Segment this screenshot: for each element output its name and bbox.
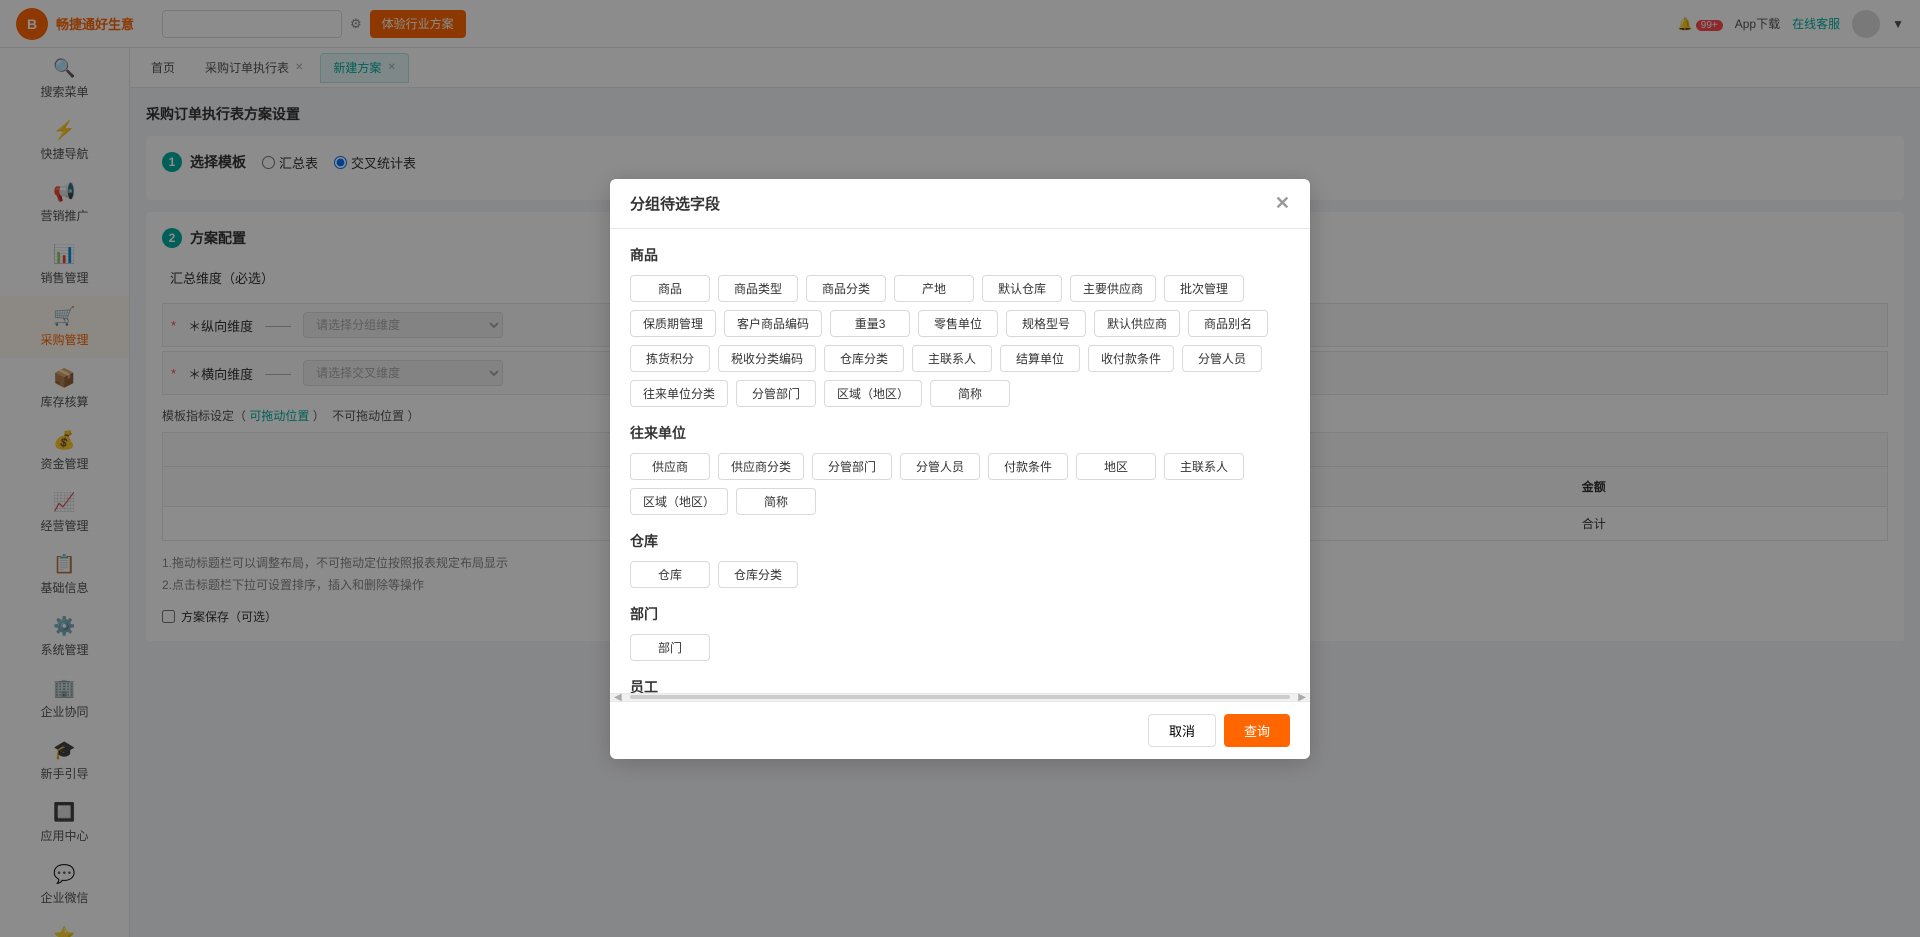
chip-goods-5[interactable]: 主要供应商: [1070, 275, 1156, 302]
chip-cp-0[interactable]: 供应商: [630, 453, 710, 480]
chip-cp-7[interactable]: 区域（地区）: [630, 488, 728, 515]
chip-goods-17[interactable]: 主联系人: [912, 345, 992, 372]
chip-goods-13[interactable]: 商品别名: [1188, 310, 1268, 337]
chip-cp-6[interactable]: 主联系人: [1164, 453, 1244, 480]
chip-cp-2[interactable]: 分管部门: [812, 453, 892, 480]
field-group-staff: 员工 业务员: [630, 677, 1290, 693]
chip-cp-3[interactable]: 分管人员: [900, 453, 980, 480]
modal-close-btn[interactable]: ✕: [1275, 193, 1290, 214]
chip-goods-8[interactable]: 客户商品编码: [724, 310, 822, 337]
field-group-warehouse: 仓库 仓库 仓库分类: [630, 531, 1290, 588]
chip-goods-19[interactable]: 收付款条件: [1088, 345, 1174, 372]
department-title: 部门: [630, 604, 1290, 624]
modal-confirm-btn[interactable]: 查询: [1224, 714, 1290, 747]
modal-body[interactable]: 商品 商品 商品类型 商品分类 产地 默认仓库 主要供应商 批次管理 保质期管理…: [610, 229, 1310, 693]
chip-goods-4[interactable]: 默认仓库: [982, 275, 1062, 302]
chip-goods-22[interactable]: 分管部门: [736, 380, 816, 407]
modal-dialog: 分组待选字段 ✕ 商品 商品 商品类型 商品分类 产地 默认仓库 主要供应商 批…: [610, 179, 1310, 759]
chip-goods-15[interactable]: 税收分类编码: [718, 345, 816, 372]
chip-goods-14[interactable]: 拣货积分: [630, 345, 710, 372]
goods-chips: 商品 商品类型 商品分类 产地 默认仓库 主要供应商 批次管理 保质期管理 客户…: [630, 275, 1290, 407]
counterpart-chips: 供应商 供应商分类 分管部门 分管人员 付款条件 地区 主联系人 区域（地区） …: [630, 453, 1290, 515]
chip-goods-1[interactable]: 商品类型: [718, 275, 798, 302]
chip-goods-9[interactable]: 重量3: [830, 310, 910, 337]
counterpart-title: 往来单位: [630, 423, 1290, 443]
chip-goods-7[interactable]: 保质期管理: [630, 310, 716, 337]
field-group-goods: 商品 商品 商品类型 商品分类 产地 默认仓库 主要供应商 批次管理 保质期管理…: [630, 245, 1290, 407]
chip-goods-23[interactable]: 区域（地区）: [824, 380, 922, 407]
modal-cancel-btn[interactable]: 取消: [1148, 714, 1216, 747]
chip-goods-0[interactable]: 商品: [630, 275, 710, 302]
chip-goods-6[interactable]: 批次管理: [1164, 275, 1244, 302]
chip-cp-4[interactable]: 付款条件: [988, 453, 1068, 480]
chip-cp-5[interactable]: 地区: [1076, 453, 1156, 480]
hscroll-thumb[interactable]: [630, 695, 1291, 699]
modal-footer: 取消 查询: [610, 701, 1310, 759]
chip-cp-8[interactable]: 简称: [736, 488, 816, 515]
chip-wh-1[interactable]: 仓库分类: [718, 561, 798, 588]
chip-goods-2[interactable]: 商品分类: [806, 275, 886, 302]
chip-wh-0[interactable]: 仓库: [630, 561, 710, 588]
chip-goods-3[interactable]: 产地: [894, 275, 974, 302]
department-chips: 部门: [630, 634, 1290, 661]
chip-goods-20[interactable]: 分管人员: [1182, 345, 1262, 372]
chip-cp-1[interactable]: 供应商分类: [718, 453, 804, 480]
chip-goods-16[interactable]: 仓库分类: [824, 345, 904, 372]
chip-goods-11[interactable]: 规格型号: [1006, 310, 1086, 337]
chip-goods-21[interactable]: 往来单位分类: [630, 380, 728, 407]
modal-overlay: 分组待选字段 ✕ 商品 商品 商品类型 商品分类 产地 默认仓库 主要供应商 批…: [0, 0, 1920, 937]
field-group-department: 部门 部门: [630, 604, 1290, 661]
modal-header: 分组待选字段 ✕: [610, 179, 1310, 229]
warehouse-title: 仓库: [630, 531, 1290, 551]
goods-title: 商品: [630, 245, 1290, 265]
chip-dept-0[interactable]: 部门: [630, 634, 710, 661]
chip-goods-18[interactable]: 结算单位: [1000, 345, 1080, 372]
field-group-counterpart: 往来单位 供应商 供应商分类 分管部门 分管人员 付款条件 地区 主联系人 区域…: [630, 423, 1290, 515]
chip-goods-12[interactable]: 默认供应商: [1094, 310, 1180, 337]
chip-goods-10[interactable]: 零售单位: [918, 310, 998, 337]
staff-title: 员工: [630, 677, 1290, 693]
modal-title: 分组待选字段: [630, 193, 720, 214]
warehouse-chips: 仓库 仓库分类: [630, 561, 1290, 588]
chip-goods-24[interactable]: 简称: [930, 380, 1010, 407]
modal-horizontal-scrollbar[interactable]: ◀ ▶: [610, 693, 1310, 701]
